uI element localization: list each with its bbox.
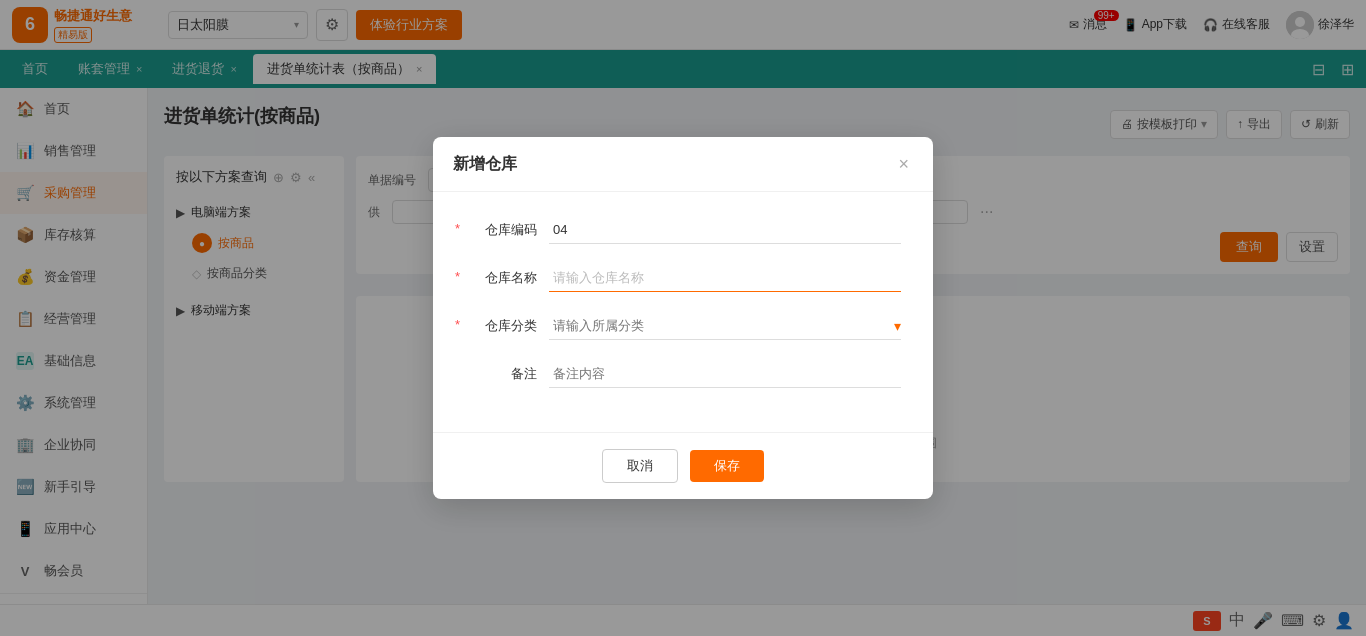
add-warehouse-modal: 新增仓库 × 仓库编码 仓库名称 仓库分类 ▾ <box>433 137 933 499</box>
remark-input[interactable] <box>549 360 901 388</box>
name-input[interactable] <box>549 264 901 292</box>
code-input[interactable] <box>549 216 901 244</box>
form-row-name: 仓库名称 <box>465 264 901 292</box>
modal-close-btn[interactable]: × <box>894 153 913 175</box>
cancel-button[interactable]: 取消 <box>602 449 678 483</box>
modal-header: 新增仓库 × <box>433 137 933 192</box>
category-chevron-icon[interactable]: ▾ <box>894 318 901 334</box>
modal-footer: 取消 保存 <box>433 432 933 499</box>
category-label: 仓库分类 <box>465 317 537 335</box>
category-select-row: ▾ <box>549 312 901 340</box>
modal-body: 仓库编码 仓库名称 仓库分类 ▾ 备注 <box>433 192 933 432</box>
modal-title: 新增仓库 <box>453 154 517 175</box>
form-row-remark: 备注 <box>465 360 901 388</box>
code-label: 仓库编码 <box>465 221 537 239</box>
form-row-category: 仓库分类 ▾ <box>465 312 901 340</box>
modal-overlay: 新增仓库 × 仓库编码 仓库名称 仓库分类 ▾ <box>0 0 1366 636</box>
save-button[interactable]: 保存 <box>690 450 764 482</box>
remark-label: 备注 <box>465 365 537 383</box>
category-input[interactable] <box>549 312 894 339</box>
name-label: 仓库名称 <box>465 269 537 287</box>
form-row-code: 仓库编码 <box>465 216 901 244</box>
